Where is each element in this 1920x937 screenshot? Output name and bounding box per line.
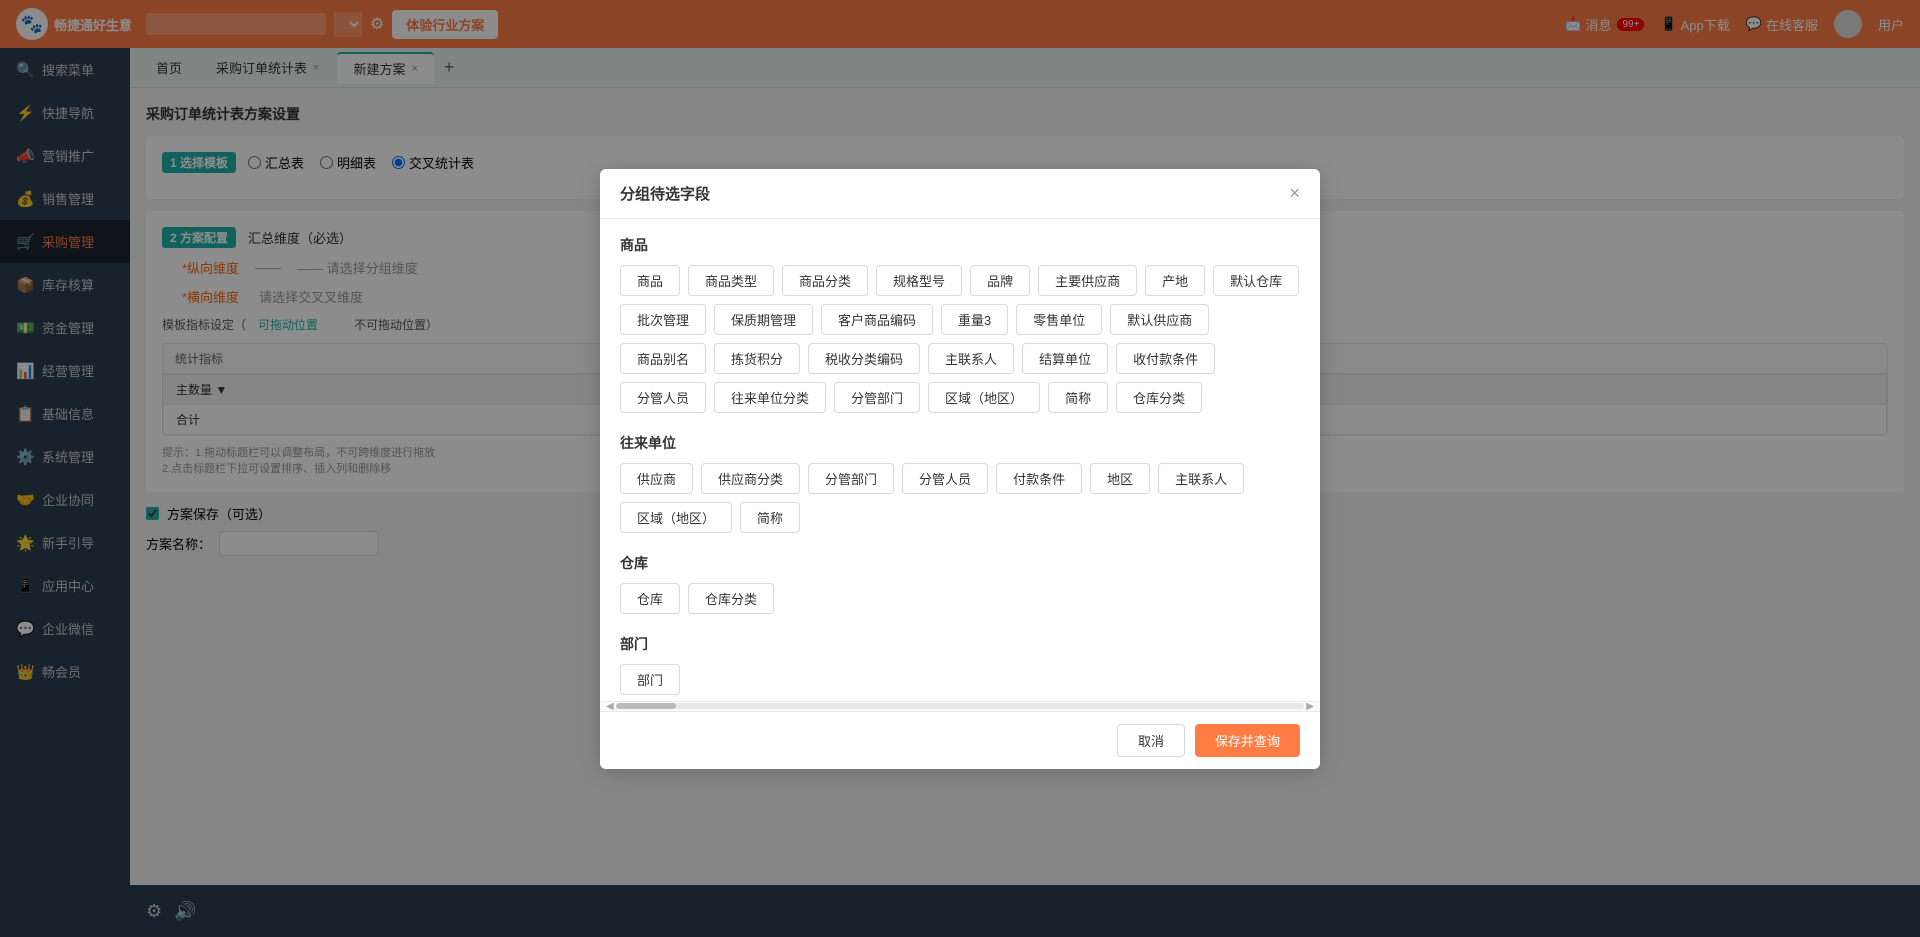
modal-body: 商品 商品 商品类型 商品分类 规格型号 品牌 主要供应商 产地 默认仓库 批次… (600, 219, 1320, 701)
field-tag-customer-code[interactable]: 客户商品编码 (821, 304, 933, 335)
section-dept-title: 部门 (620, 634, 1300, 654)
field-tag-abbr-partner[interactable]: 简称 (740, 502, 800, 533)
field-tag-settle-unit[interactable]: 结算单位 (1022, 343, 1108, 374)
section-partner-title: 往来单位 (620, 433, 1300, 453)
field-tag-product-category[interactable]: 商品分类 (782, 265, 868, 296)
field-tag-expiry-mgmt[interactable]: 保质期管理 (714, 304, 813, 335)
field-tag-tax-code[interactable]: 税收分类编码 (808, 343, 920, 374)
hscroll-track (616, 703, 1305, 709)
field-tag-payment-terms[interactable]: 收付款条件 (1116, 343, 1215, 374)
field-tag-region-partner[interactable]: 区域（地区） (620, 502, 732, 533)
section-product: 商品 商品 商品类型 商品分类 规格型号 品牌 主要供应商 产地 默认仓库 批次… (620, 235, 1300, 413)
field-tag-department[interactable]: 部门 (620, 664, 680, 695)
field-tag-batch-mgmt[interactable]: 批次管理 (620, 304, 706, 335)
field-tag-contact-partner[interactable]: 主联系人 (1158, 463, 1244, 494)
field-tag-supplier[interactable]: 供应商 (620, 463, 693, 494)
modal-close-button[interactable]: × (1289, 183, 1300, 204)
confirm-button[interactable]: 保存并查询 (1195, 724, 1300, 757)
modal-overlay: 分组待选字段 × 商品 商品 商品类型 商品分类 规格型号 品牌 主要供应商 产… (0, 0, 1920, 937)
field-tag-pay-terms-partner[interactable]: 付款条件 (996, 463, 1082, 494)
field-tag-main-supplier[interactable]: 主要供应商 (1038, 265, 1137, 296)
hscroll-thumb[interactable] (616, 703, 676, 709)
section-partner: 往来单位 供应商 供应商分类 分管部门 分管人员 付款条件 地区 主联系人 区域… (620, 433, 1300, 533)
field-tag-retail-unit[interactable]: 零售单位 (1016, 304, 1102, 335)
field-tag-dept[interactable]: 分管部门 (834, 382, 920, 413)
section-warehouse-title: 仓库 (620, 553, 1300, 573)
field-tag-product-type[interactable]: 商品类型 (688, 265, 774, 296)
section-product-title: 商品 (620, 235, 1300, 255)
field-tag-abbr-product[interactable]: 简称 (1048, 382, 1108, 413)
field-tag-default-warehouse[interactable]: 默认仓库 (1213, 265, 1299, 296)
field-tag-area-partner[interactable]: 地区 (1090, 463, 1150, 494)
cancel-button[interactable]: 取消 (1117, 724, 1185, 757)
section-product-tags: 商品 商品类型 商品分类 规格型号 品牌 主要供应商 产地 默认仓库 批次管理 … (620, 265, 1300, 413)
modal-footer: 取消 保存并查询 (600, 711, 1320, 769)
section-warehouse: 仓库 仓库 仓库分类 (620, 553, 1300, 614)
field-tag-supplier-cat[interactable]: 供应商分类 (701, 463, 800, 494)
modal-title: 分组待选字段 (620, 183, 710, 204)
field-tag-dept-mgr[interactable]: 分管人员 (620, 382, 706, 413)
field-tag-product-alias[interactable]: 商品别名 (620, 343, 706, 374)
field-tag-warehouse[interactable]: 仓库 (620, 583, 680, 614)
field-tag-warehouse-cat[interactable]: 仓库分类 (688, 583, 774, 614)
section-warehouse-tags: 仓库 仓库分类 (620, 583, 1300, 614)
field-tag-default-supplier[interactable]: 默认供应商 (1110, 304, 1209, 335)
section-dept: 部门 部门 (620, 634, 1300, 695)
field-tag-mgr-partner[interactable]: 分管人员 (902, 463, 988, 494)
field-tag-spec-model[interactable]: 规格型号 (876, 265, 962, 296)
field-tag-main-contact[interactable]: 主联系人 (928, 343, 1014, 374)
field-tag-pick-score[interactable]: 拣货积分 (714, 343, 800, 374)
field-tag-region-product[interactable]: 区域（地区） (928, 382, 1040, 413)
modal-hscroll[interactable]: ◀ ▶ (600, 701, 1320, 711)
modal-header: 分组待选字段 × (600, 169, 1320, 219)
field-tag-origin[interactable]: 产地 (1145, 265, 1205, 296)
field-tag-product[interactable]: 商品 (620, 265, 680, 296)
section-dept-tags: 部门 (620, 664, 1300, 695)
field-tag-dept-partner[interactable]: 分管部门 (808, 463, 894, 494)
field-tag-brand[interactable]: 品牌 (970, 265, 1030, 296)
field-tag-weight[interactable]: 重量3 (941, 304, 1008, 335)
field-tag-warehouse-cat-product[interactable]: 仓库分类 (1116, 382, 1202, 413)
section-partner-tags: 供应商 供应商分类 分管部门 分管人员 付款条件 地区 主联系人 区域（地区） … (620, 463, 1300, 533)
field-tag-customer-category[interactable]: 往来单位分类 (714, 382, 826, 413)
field-select-modal: 分组待选字段 × 商品 商品 商品类型 商品分类 规格型号 品牌 主要供应商 产… (600, 169, 1320, 769)
